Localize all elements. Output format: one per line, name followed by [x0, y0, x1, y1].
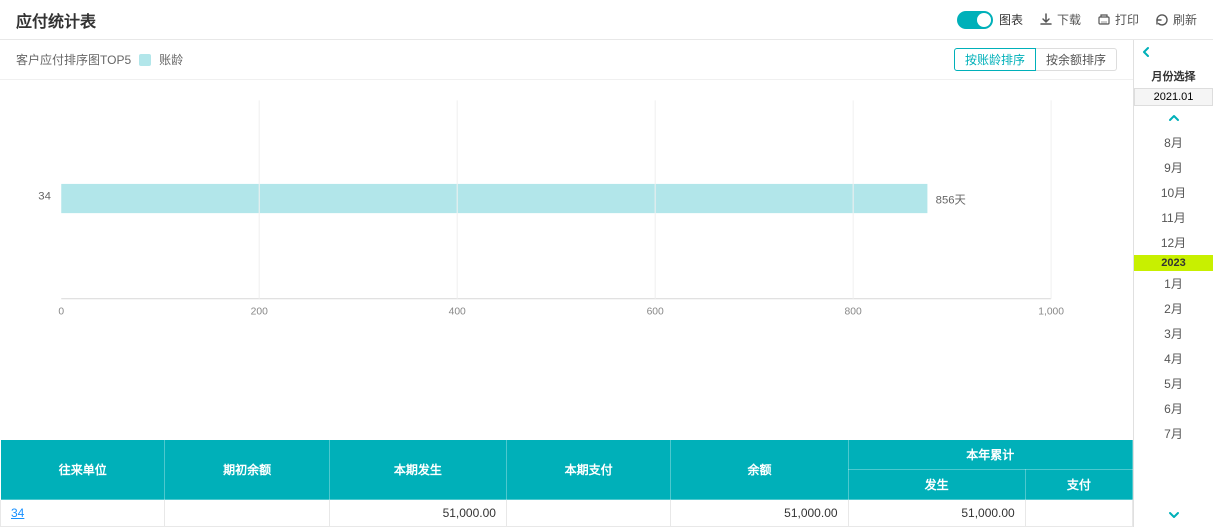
- sidebar-month-2[interactable]: 2月: [1134, 296, 1213, 321]
- sidebar-month-7[interactable]: 7月: [1134, 421, 1213, 446]
- main-content: 客户应付排序图TOP5 账龄 按账龄排序 按余额排序 34 856天: [0, 40, 1213, 527]
- y-label: 34: [38, 191, 51, 203]
- td-unit[interactable]: 34: [1, 500, 165, 527]
- print-icon: [1097, 13, 1111, 27]
- th-current-pay: 本期支付: [506, 440, 670, 500]
- chart-label: 图表: [999, 11, 1023, 28]
- td-annual-pay: [1025, 500, 1132, 527]
- sort-by-age-button[interactable]: 按账龄排序: [954, 48, 1036, 71]
- th-annual-pay: 支付: [1025, 470, 1132, 500]
- year-marker: 2023: [1134, 255, 1213, 271]
- sidebar-month-list: 8月 9月 10月 11月 12月 2023 1月 2月 3月 4月 5月 6月…: [1134, 130, 1213, 503]
- th-unit: 往来单位: [1, 440, 165, 500]
- table-row: 34 51,000.00 51,000.00 51,000.00: [1, 500, 1133, 527]
- data-table: 往来单位 期初余额 本期发生 本期支付 余额 本年累计 发生 支付: [0, 439, 1133, 527]
- svg-text:600: 600: [647, 306, 664, 317]
- th-balance: 余额: [671, 440, 848, 500]
- header: 应付统计表 图表 下载 打印 刷新: [0, 0, 1213, 40]
- download-button[interactable]: 下载: [1039, 11, 1081, 28]
- sidebar-month-3[interactable]: 3月: [1134, 321, 1213, 346]
- td-annual-occur: 51,000.00: [848, 500, 1025, 527]
- sidebar: 月份选择 8月 9月 10月 11月 12月 2023 1月 2月 3月 4月 …: [1133, 40, 1213, 527]
- download-label: 下载: [1057, 11, 1081, 28]
- scroll-up-button[interactable]: [1134, 106, 1213, 130]
- legend-item: 账龄: [159, 51, 183, 68]
- svg-text:0: 0: [58, 306, 64, 317]
- sidebar-month-6[interactable]: 6月: [1134, 396, 1213, 421]
- bar-rect: [61, 184, 927, 213]
- chart-legend: 客户应付排序图TOP5 账龄: [16, 51, 183, 68]
- th-opening: 期初余额: [165, 440, 329, 500]
- sidebar-month-11[interactable]: 11月: [1134, 205, 1213, 230]
- chart-toggle[interactable]: [957, 11, 993, 29]
- sidebar-collapse-button[interactable]: [1134, 40, 1213, 64]
- table-wrapper: 往来单位 期初余额 本期发生 本期支付 余额 本年累计 发生 支付: [0, 439, 1133, 527]
- td-opening: [165, 500, 329, 527]
- refresh-label: 刷新: [1173, 11, 1197, 28]
- legend-label: 客户应付排序图TOP5: [16, 51, 131, 68]
- sidebar-month-12[interactable]: 12月: [1134, 230, 1213, 255]
- th-annual-group: 本年累计: [848, 440, 1132, 470]
- sidebar-month-1[interactable]: 1月: [1134, 271, 1213, 296]
- bar-end-label: 856天: [936, 195, 967, 207]
- chart-area: 客户应付排序图TOP5 账龄 按账龄排序 按余额排序 34 856天: [0, 40, 1133, 527]
- sidebar-title: 月份选择: [1134, 64, 1213, 88]
- sidebar-month-9[interactable]: 9月: [1134, 155, 1213, 180]
- download-icon: [1039, 13, 1053, 27]
- sidebar-month-10[interactable]: 10月: [1134, 180, 1213, 205]
- header-actions: 图表 下载 打印 刷新: [957, 11, 1197, 29]
- td-current-occur: 51,000.00: [329, 500, 506, 527]
- svg-text:200: 200: [251, 306, 268, 317]
- chevron-left-icon: [1138, 44, 1154, 60]
- refresh-icon: [1155, 13, 1169, 27]
- bar-chart: 34 856天 0 200 400 600 800 1,000: [20, 90, 1113, 330]
- th-current-occur: 本期发生: [329, 440, 506, 500]
- sort-by-balance-button[interactable]: 按余额排序: [1036, 48, 1117, 71]
- page-title: 应付统计表: [16, 8, 96, 32]
- chart-container: 34 856天 0 200 400 600 800 1,000: [0, 80, 1133, 439]
- print-label: 打印: [1115, 11, 1139, 28]
- td-current-pay: [506, 500, 670, 527]
- sidebar-month-4[interactable]: 4月: [1134, 346, 1213, 371]
- chart-toggle-wrap: 图表: [957, 11, 1023, 29]
- print-button[interactable]: 打印: [1097, 11, 1139, 28]
- chevron-down-icon: [1166, 507, 1182, 523]
- td-balance: 51,000.00: [671, 500, 848, 527]
- svg-text:1,000: 1,000: [1038, 306, 1064, 317]
- chart-header: 客户应付排序图TOP5 账龄 按账龄排序 按余额排序: [0, 40, 1133, 80]
- svg-text:400: 400: [449, 306, 466, 317]
- chart-sort: 按账龄排序 按余额排序: [954, 48, 1117, 71]
- sidebar-month-8[interactable]: 8月: [1134, 130, 1213, 155]
- legend-dot: [139, 54, 151, 66]
- th-annual-occur: 发生: [848, 470, 1025, 500]
- scroll-down-button[interactable]: [1134, 503, 1213, 527]
- svg-text:800: 800: [845, 306, 862, 317]
- chevron-up-icon: [1166, 110, 1182, 126]
- sidebar-year-input[interactable]: [1134, 88, 1213, 106]
- refresh-button[interactable]: 刷新: [1155, 11, 1197, 28]
- sidebar-month-5[interactable]: 5月: [1134, 371, 1213, 396]
